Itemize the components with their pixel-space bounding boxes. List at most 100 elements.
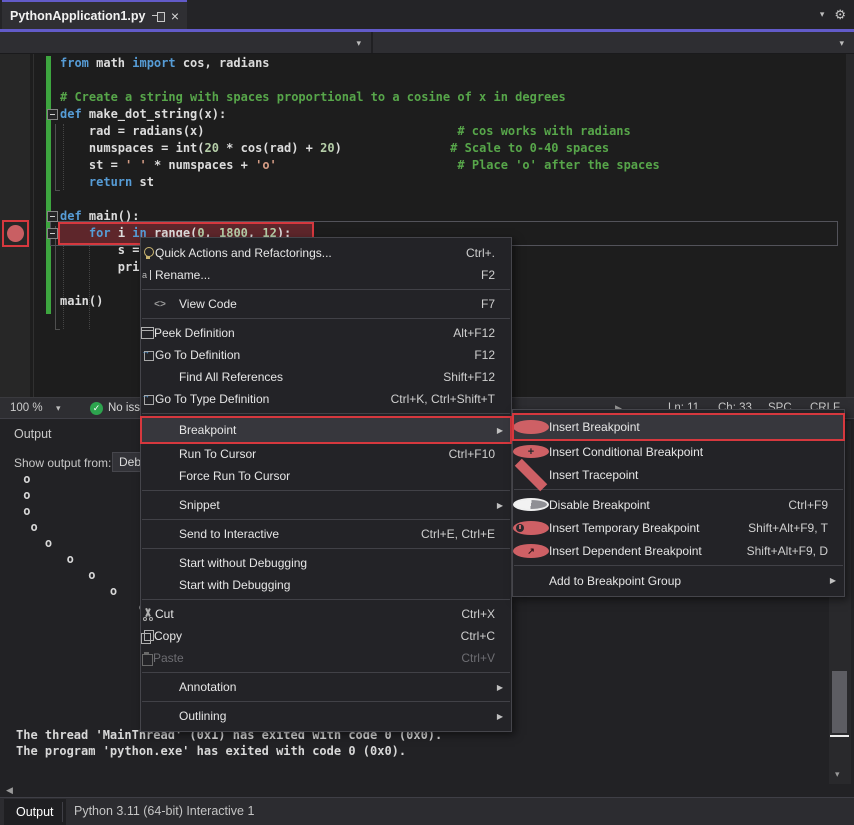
navigation-bar: ▾ ▾ xyxy=(0,32,854,54)
menu-item-label: Go To Definition xyxy=(155,348,474,362)
tab-python-interactive[interactable]: Python 3.11 (64-bit) Interactive 1 xyxy=(74,804,254,818)
menu-item-rename[interactable]: Rename...F2 xyxy=(141,264,511,286)
menu-item-paste[interactable]: PasteCtrl+V xyxy=(141,647,511,669)
code-line[interactable] xyxy=(0,191,846,208)
menu-item-quick-actions-and-refactorings[interactable]: Quick Actions and Refactorings...Ctrl+. xyxy=(141,242,511,264)
menu-item-label: Insert Dependent Breakpoint xyxy=(549,544,747,558)
scroll-left-arrow-icon[interactable]: ◀ xyxy=(6,785,13,796)
menu-separator xyxy=(142,318,510,319)
view-code-icon xyxy=(141,299,179,310)
tab-output[interactable]: Output xyxy=(4,799,66,825)
code-line[interactable]: def make_dot_string(x): xyxy=(0,106,846,123)
menu-item-peek-definition[interactable]: Peek DefinitionAlt+F12 xyxy=(141,322,511,344)
submenu-arrow-icon: ▶ xyxy=(497,712,503,721)
code-line[interactable]: rad = radians(x) # cos works with radian… xyxy=(0,123,846,140)
code-line[interactable]: numspaces = int(20 * cos(rad) + 20) # Sc… xyxy=(0,140,846,157)
submenu-item-add-to-breakpoint-group[interactable]: Add to Breakpoint Group▶ xyxy=(513,569,844,592)
code-token: 20 xyxy=(320,141,334,155)
code-token: return xyxy=(89,175,132,189)
menu-item-label: Quick Actions and Refactorings... xyxy=(155,246,466,260)
menu-separator xyxy=(142,701,510,702)
scroll-down-arrow-icon[interactable]: ▾ xyxy=(835,769,840,780)
vs-window: PythonApplication1.py × ▾ ⚙ ▾ ▾ from mat… xyxy=(0,0,854,825)
submenu-item-disable-breakpoint[interactable]: Disable BreakpointCtrl+F9 xyxy=(513,493,844,516)
context-menu: Quick Actions and Refactorings...Ctrl+.R… xyxy=(140,237,512,732)
fold-toggle-icon[interactable] xyxy=(47,109,58,120)
editor-vertical-scrollbar[interactable] xyxy=(846,54,854,397)
menu-item-force-run-to-cursor[interactable]: Force Run To Cursor xyxy=(141,465,511,487)
menu-item-label: Breakpoint xyxy=(179,423,501,437)
breakpoint-submenu: Insert BreakpointInsert Conditional Brea… xyxy=(512,409,845,597)
code-token: math xyxy=(96,56,132,70)
menu-item-copy[interactable]: CopyCtrl+C xyxy=(141,625,511,647)
menu-item-shortcut: Alt+F12 xyxy=(453,326,501,340)
menu-item-outlining[interactable]: Outlining▶ xyxy=(141,705,511,727)
gear-icon[interactable]: ⚙ xyxy=(834,7,846,23)
menu-separator xyxy=(142,289,510,290)
menu-item-run-to-cursor[interactable]: Run To CursorCtrl+F10 xyxy=(141,443,511,465)
chevron-down-icon: ▾ xyxy=(356,38,361,49)
tab-list-chevron-down-icon[interactable]: ▾ xyxy=(820,9,825,20)
menu-item-shortcut: Shift+F12 xyxy=(443,370,501,384)
menu-item-start-with-debugging[interactable]: Start with Debugging xyxy=(141,574,511,596)
nav-member-dropdown[interactable]: ▾ xyxy=(373,32,854,53)
menu-item-find-all-references[interactable]: Find All ReferencesShift+F12 xyxy=(141,366,511,388)
menu-item-send-to-interactive[interactable]: Send to InteractiveCtrl+E, Ctrl+E xyxy=(141,523,511,545)
code-token: rad = radians(x) xyxy=(60,124,205,138)
nav-scope-dropdown[interactable]: ▾ xyxy=(0,32,373,53)
menu-item-label: Snippet xyxy=(179,498,501,512)
code-token: i xyxy=(111,226,133,240)
menu-item-start-without-debugging[interactable]: Start without Debugging xyxy=(141,552,511,574)
code-token: st = xyxy=(60,158,125,172)
submenu-item-insert-tracepoint[interactable]: Insert Tracepoint xyxy=(513,463,844,486)
code-line[interactable]: # Create a string with spaces proportion… xyxy=(0,89,846,106)
menu-item-go-to-type-definition[interactable]: Go To Type DefinitionCtrl+K, Ctrl+Shift+… xyxy=(141,388,511,410)
menu-item-label: Go To Type Definition xyxy=(155,392,391,406)
zoom-chevron-down-icon[interactable]: ▾ xyxy=(56,403,61,414)
scrollbar-thumb[interactable] xyxy=(832,671,847,733)
submenu-item-insert-conditional-breakpoint[interactable]: Insert Conditional Breakpoint xyxy=(513,440,844,463)
close-icon[interactable]: × xyxy=(171,9,179,23)
code-line[interactable]: st = ' ' * numspaces + 'o' # Place 'o' a… xyxy=(0,157,846,174)
menu-item-cut[interactable]: CutCtrl+X xyxy=(141,603,511,625)
output-panel-title: Output xyxy=(14,427,52,441)
menu-item-shortcut: F12 xyxy=(474,348,501,362)
no-issues-check-icon: ✓ xyxy=(90,402,103,415)
code-line[interactable]: return st xyxy=(0,174,846,191)
pin-icon[interactable] xyxy=(151,9,165,23)
breakpoint-glyph[interactable] xyxy=(7,225,24,242)
code-token: # Place 'o' after the spaces xyxy=(277,158,660,172)
menu-item-shortcut: Ctrl+C xyxy=(461,629,501,643)
menu-separator xyxy=(142,490,510,491)
submenu-item-insert-breakpoint[interactable]: Insert Breakpoint xyxy=(513,414,844,440)
submenu-item-insert-dependent-breakpoint[interactable]: Insert Dependent BreakpointShift+Alt+F9,… xyxy=(513,539,844,562)
code-line[interactable]: from math import cos, radians xyxy=(0,55,846,72)
fold-toggle-icon[interactable] xyxy=(47,228,58,239)
menu-separator xyxy=(142,413,510,414)
submenu-item-insert-temporary-breakpoint[interactable]: Insert Temporary BreakpointShift+Alt+F9,… xyxy=(513,516,844,539)
code-token: def xyxy=(60,209,89,223)
menu-item-view-code[interactable]: View CodeF7 xyxy=(141,293,511,315)
fold-toggle-icon[interactable] xyxy=(47,211,58,222)
code-line[interactable] xyxy=(0,72,846,89)
code-token: for xyxy=(89,226,111,240)
zoom-level[interactable]: 100 % xyxy=(10,402,43,414)
lightbulb-icon xyxy=(141,246,155,260)
menu-item-label: Start with Debugging xyxy=(179,578,501,592)
bp-dependent-icon xyxy=(513,544,549,558)
menu-item-label: Rename... xyxy=(155,268,481,282)
menu-item-go-to-definition[interactable]: Go To DefinitionF12 xyxy=(141,344,511,366)
code-token: # Scale to 0-40 spaces xyxy=(342,141,609,155)
menu-item-annotation[interactable]: Annotation▶ xyxy=(141,676,511,698)
menu-item-shortcut: Ctrl+. xyxy=(466,246,501,260)
tab-pythonapplication1[interactable]: PythonApplication1.py × xyxy=(2,0,187,29)
menu-item-breakpoint[interactable]: Breakpoint▶ xyxy=(141,417,511,443)
menu-separator xyxy=(142,599,510,600)
menu-item-shortcut: Shift+Alt+F9, T xyxy=(748,521,834,535)
menu-item-shortcut: Ctrl+E, Ctrl+E xyxy=(421,527,501,541)
menu-item-label: Insert Temporary Breakpoint xyxy=(549,521,748,535)
menu-item-snippet[interactable]: Snippet▶ xyxy=(141,494,511,516)
menu-item-label: Annotation xyxy=(179,680,501,694)
panel-tab-bar: Output Python 3.11 (64-bit) Interactive … xyxy=(0,797,854,825)
peek-definition-icon xyxy=(141,327,154,339)
